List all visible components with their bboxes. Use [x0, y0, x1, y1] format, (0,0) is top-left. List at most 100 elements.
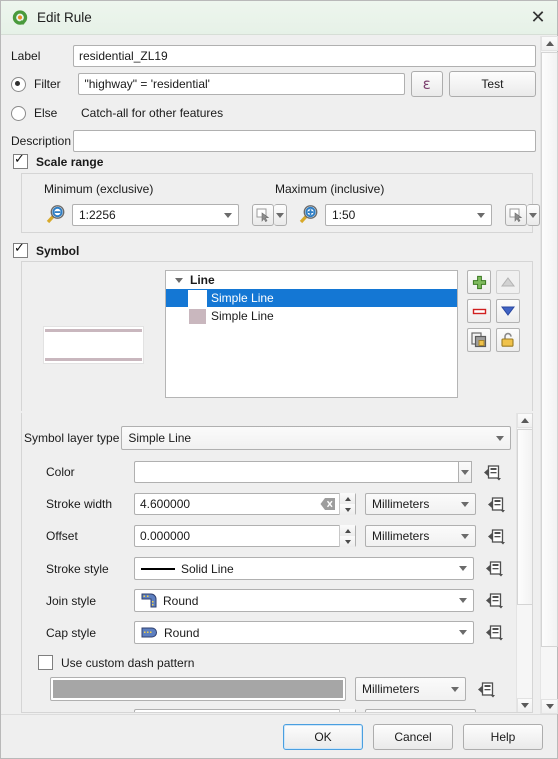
symbol-checkbox[interactable] — [13, 241, 28, 258]
chevron-down-icon — [218, 205, 238, 225]
tree-header-row[interactable]: Line — [166, 271, 457, 289]
join-style-caption: Join style — [46, 593, 97, 608]
data-defined-override-icon[interactable] — [486, 592, 504, 609]
properties-scrollbar[interactable] — [516, 413, 532, 712]
dialog-scrollbar-thumb[interactable] — [541, 52, 558, 647]
offset-unit-combo[interactable]: Millimeters — [365, 525, 476, 547]
symbol-layer-type-combo[interactable]: Simple Line — [121, 426, 512, 450]
symbol-layer-label: Simple Line — [211, 309, 274, 323]
zoom-in-icon[interactable] — [297, 203, 319, 225]
cancel-button[interactable]: Cancel — [373, 723, 453, 750]
table-row[interactable]: Simple Line — [166, 307, 457, 325]
offset-stepper[interactable] — [339, 525, 355, 547]
move-down-button[interactable] — [496, 299, 520, 323]
clear-value-icon[interactable] — [320, 497, 336, 511]
minimum-scale-menu-button[interactable] — [274, 204, 287, 226]
symbol-header: Symbol — [13, 241, 79, 258]
solid-line-icon — [141, 567, 175, 570]
maximum-pick-group — [505, 204, 540, 226]
filter-expression-input[interactable] — [78, 73, 405, 95]
window-title: Edit Rule — [37, 10, 92, 25]
round-join-icon — [141, 593, 157, 608]
else-hint: Catch-all for other features — [81, 106, 224, 120]
stroke-style-combo[interactable]: Solid Line — [134, 557, 474, 580]
data-defined-override-icon[interactable] — [486, 624, 504, 641]
round-cap-icon — [141, 627, 157, 638]
pattern-offset-stepper[interactable] — [339, 709, 355, 712]
duplicate-symbol-layer-button[interactable] — [467, 328, 491, 352]
test-button[interactable]: Test — [448, 71, 537, 97]
chevron-down-icon — [471, 205, 491, 225]
symbol-group: Line Simple Line Simple Line — [21, 261, 533, 411]
zoom-out-icon[interactable] — [44, 203, 66, 225]
dash-pattern-unit-combo[interactable]: Millimeters — [355, 677, 466, 701]
minimum-scale-value: 1:2256 — [79, 208, 116, 222]
help-button[interactable]: Help — [463, 723, 543, 750]
pattern-offset-row: Pattern offset 0.000000 Millimeters — [46, 709, 506, 714]
stroke-width-stepper[interactable] — [339, 493, 355, 515]
color-picker[interactable] — [134, 461, 472, 483]
qgis-logo-icon — [12, 9, 28, 25]
stroke-width-row: Stroke width 4.600000 Millimeters — [46, 493, 506, 515]
move-up-button[interactable] — [496, 270, 520, 294]
lock-layer-button[interactable] — [496, 328, 520, 352]
symbol-layer-type-row: Symbol layer type Simple Line — [24, 426, 512, 450]
properties-scrollbar-thumb[interactable] — [517, 429, 532, 605]
filter-radio[interactable] — [11, 76, 26, 92]
data-defined-override-icon[interactable] — [488, 528, 506, 545]
dialog-buttons: OK Cancel Help — [1, 714, 557, 758]
plus-icon — [472, 275, 486, 289]
remove-symbol-layer-button[interactable] — [467, 299, 491, 323]
data-defined-override-icon[interactable] — [484, 464, 502, 481]
dialog-scroll-down-button[interactable] — [541, 699, 558, 714]
cap-style-combo[interactable]: Round — [134, 621, 474, 644]
else-radio[interactable] — [11, 105, 26, 121]
color-caption: Color — [46, 465, 75, 479]
offset-spinbox[interactable]: 0.000000 — [134, 525, 356, 547]
scroll-up-button[interactable] — [517, 413, 532, 428]
add-symbol-layer-button[interactable] — [467, 270, 491, 294]
stroke-width-spinbox[interactable]: 4.600000 — [134, 493, 356, 515]
maximum-scale-combo[interactable]: 1:50 — [325, 204, 492, 226]
filter-caption: Filter — [34, 77, 61, 91]
layer-swatch — [188, 307, 207, 325]
dialog-scrollbar[interactable] — [540, 36, 558, 714]
cap-style-value: Round — [164, 625, 200, 640]
table-row[interactable]: Simple Line — [166, 289, 457, 307]
data-defined-override-icon[interactable] — [478, 681, 496, 698]
color-swatch[interactable] — [134, 461, 459, 483]
label-input[interactable] — [73, 45, 536, 67]
chevron-down-icon — [455, 526, 475, 546]
collapse-triangle-icon[interactable] — [168, 277, 190, 283]
dialog-scroll-up-button[interactable] — [541, 36, 558, 51]
expression-builder-button[interactable]: ε — [410, 71, 443, 97]
dash-pattern-unit-value: Millimeters — [362, 682, 420, 696]
chevron-down-icon[interactable] — [459, 461, 472, 483]
pattern-offset-spinbox[interactable]: 0.000000 — [134, 709, 356, 712]
scale-range-header: Scale range — [13, 152, 103, 169]
scale-range-checkbox[interactable] — [13, 152, 28, 169]
data-defined-override-icon[interactable] — [486, 560, 504, 577]
symbol-layer-label: Simple Line — [211, 291, 274, 305]
minimum-scale-combo[interactable]: 1:2256 — [72, 204, 239, 226]
symbol-layer-type-caption: Symbol layer type — [24, 431, 120, 445]
data-defined-override-icon[interactable] — [488, 712, 506, 714]
custom-dash-pattern-checkbox[interactable] — [38, 655, 53, 670]
rule-form: Label Filter ε Test Else Catch-all for o… — [11, 43, 537, 155]
symbol-layer-tree[interactable]: Line Simple Line Simple Line — [165, 270, 458, 398]
maximum-scale-menu-button[interactable] — [527, 204, 540, 226]
join-style-combo[interactable]: Round — [134, 589, 474, 612]
set-to-current-canvas-scale-icon-max[interactable] — [505, 204, 527, 226]
scroll-down-button[interactable] — [517, 698, 532, 712]
description-input[interactable] — [73, 130, 536, 152]
close-icon[interactable]: ✕ — [525, 5, 551, 31]
data-defined-override-icon[interactable] — [488, 496, 506, 513]
label-row: Label — [11, 43, 536, 69]
pattern-offset-unit-combo[interactable]: Millimeters — [365, 709, 476, 712]
ok-button[interactable]: OK — [283, 723, 363, 750]
stroke-width-unit-combo[interactable]: Millimeters — [365, 493, 476, 515]
maximum-scale-value: 1:50 — [332, 208, 356, 222]
set-to-current-canvas-scale-icon[interactable] — [252, 204, 274, 226]
stroke-style-row: Stroke style Solid Line — [46, 557, 504, 580]
dash-pattern-bar[interactable] — [50, 677, 346, 701]
